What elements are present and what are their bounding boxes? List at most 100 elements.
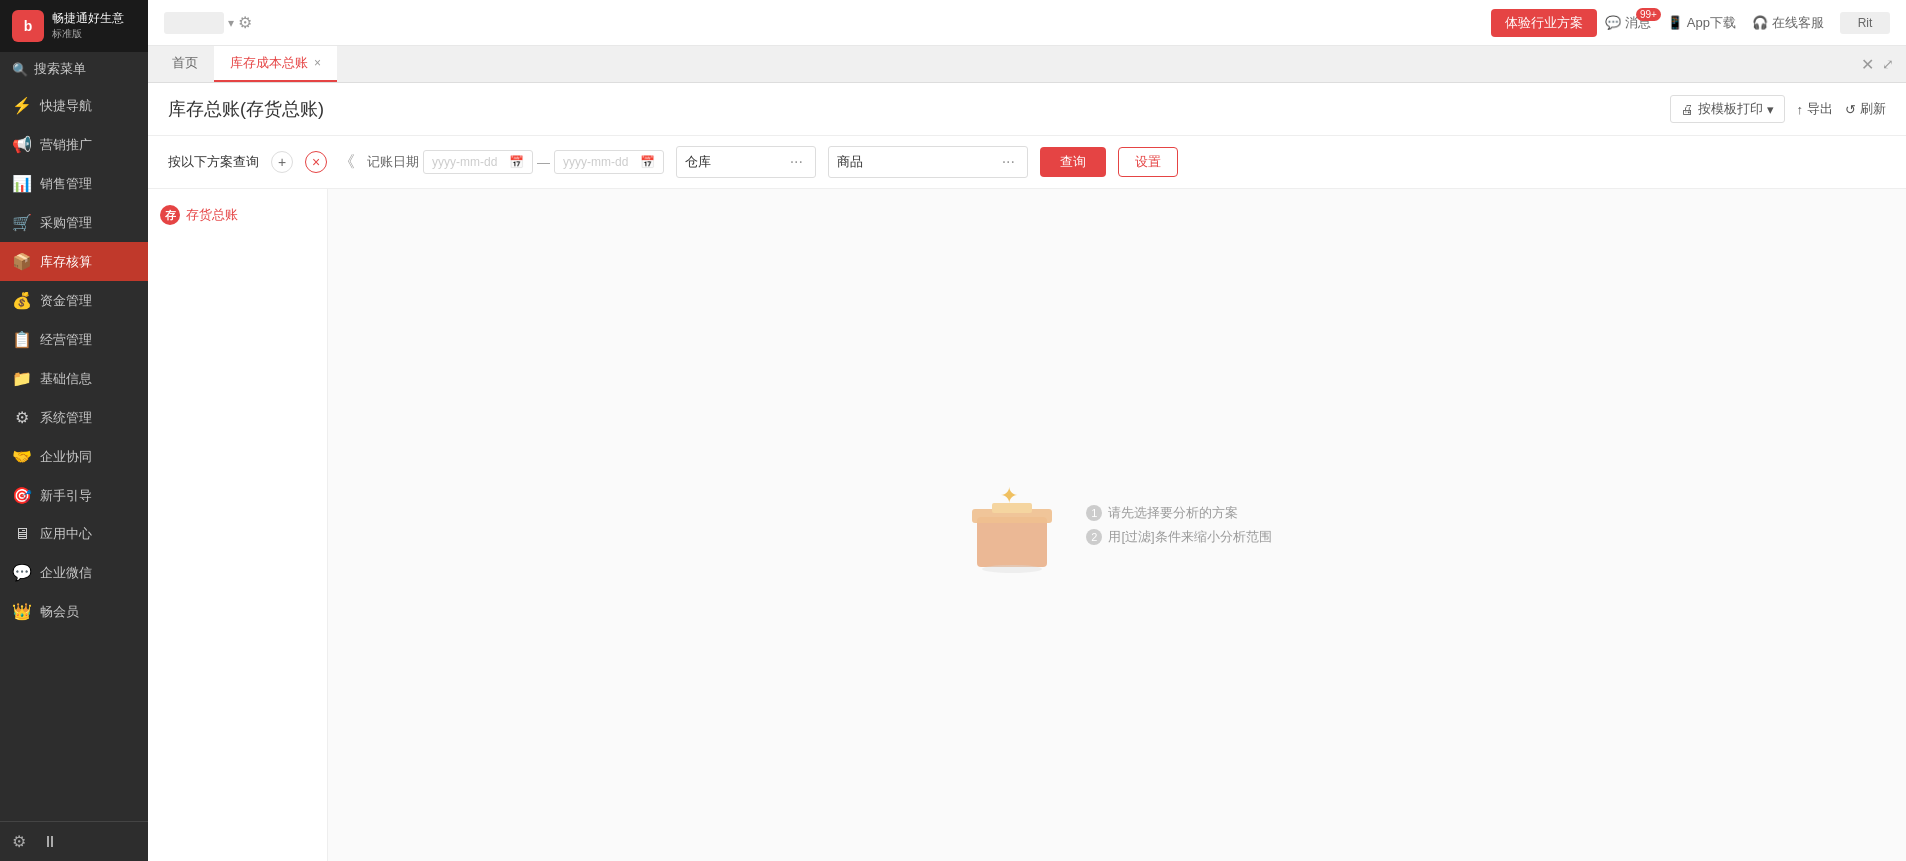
filter-add-button[interactable]: + bbox=[271, 151, 293, 173]
tab-home[interactable]: 首页 bbox=[156, 46, 214, 82]
sidebar-item-label: 营销推广 bbox=[40, 136, 92, 154]
sidebar-item-appstore[interactable]: 🖥 应用中心 bbox=[0, 515, 148, 553]
query-button[interactable]: 查询 bbox=[1040, 147, 1106, 177]
calendar-end-icon: 📅 bbox=[640, 155, 655, 169]
sidebar-item-newbie[interactable]: 🎯 新手引导 bbox=[0, 476, 148, 515]
sidebar-item-label: 系统管理 bbox=[40, 409, 92, 427]
tip2-text: 用[过滤]条件来缩小分析范围 bbox=[1108, 528, 1271, 546]
quick-nav-icon: ⚡ bbox=[12, 96, 32, 115]
page-header: 库存总账(存货总账) 🖨 按模板打印 ▾ ↑ 导出 ↺ 刷新 bbox=[148, 83, 1906, 136]
sidebar-item-label: 企业协同 bbox=[40, 448, 92, 466]
scheme-item-label: 存货总账 bbox=[186, 206, 238, 224]
sidebar-item-operation[interactable]: 📋 经营管理 bbox=[0, 320, 148, 359]
sidebar-item-marketing[interactable]: 📢 营销推广 bbox=[0, 125, 148, 164]
print-button[interactable]: 🖨 按模板打印 ▾ bbox=[1670, 95, 1785, 123]
tab-home-label: 首页 bbox=[172, 55, 198, 70]
sidebar-item-enterprise[interactable]: 🤝 企业协同 bbox=[0, 437, 148, 476]
goods-input[interactable]: 商品 ··· bbox=[828, 146, 1028, 178]
tab-bar: 首页 库存成本总账 × ✕ ⤢ bbox=[148, 46, 1906, 83]
filter-remove-button[interactable]: × bbox=[305, 151, 327, 173]
goods-more-icon[interactable]: ··· bbox=[998, 151, 1019, 173]
app-download-icon: 📱 bbox=[1667, 15, 1683, 30]
user-avatar-topbar bbox=[164, 12, 224, 34]
sidebar-item-member[interactable]: 👑 畅会员 bbox=[0, 592, 148, 631]
enterprise-icon: 🤝 bbox=[12, 447, 32, 466]
sidebar-nav: ⚡ 快捷导航 📢 营销推广 📊 销售管理 🛒 采购管理 📦 库存核算 💰 资金管… bbox=[0, 86, 148, 821]
export-button[interactable]: ↑ 导出 bbox=[1797, 100, 1834, 118]
sidebar-item-label: 企业微信 bbox=[40, 564, 92, 582]
settings-footer-icon[interactable]: ⚙ bbox=[12, 832, 26, 851]
date-separator: — bbox=[537, 155, 550, 170]
sidebar-footer: ⚙ ⏸ bbox=[0, 821, 148, 861]
member-icon: 👑 bbox=[12, 602, 32, 621]
app-name: 畅捷通好生意 bbox=[52, 11, 124, 27]
tab-inventory-ledger[interactable]: 库存成本总账 × bbox=[214, 46, 337, 82]
svg-text:✦: ✦ bbox=[1000, 483, 1018, 508]
logo-icon: b bbox=[12, 10, 44, 42]
sidebar-item-inventory[interactable]: 📦 库存核算 bbox=[0, 242, 148, 281]
filter-bar: 按以下方案查询 + × 《 记账日期 yyyy-mm-dd 📅 — yyyy-m… bbox=[148, 136, 1906, 189]
calendar-icon: 📅 bbox=[509, 155, 524, 169]
sidebar-item-system[interactable]: ⚙ 系统管理 bbox=[0, 398, 148, 437]
operation-icon: 📋 bbox=[12, 330, 32, 349]
message-badge: 99+ bbox=[1636, 8, 1661, 21]
export-icon: ↑ bbox=[1797, 102, 1804, 117]
date-label: 记账日期 bbox=[367, 153, 419, 171]
settings-button[interactable]: 设置 bbox=[1118, 147, 1178, 177]
finance-icon: 💰 bbox=[12, 291, 32, 310]
user-avatar-right[interactable]: Rit bbox=[1840, 12, 1890, 34]
newbie-icon: 🎯 bbox=[12, 486, 32, 505]
tip2-number: 2 bbox=[1086, 529, 1102, 545]
sales-icon: 📊 bbox=[12, 174, 32, 193]
tab-close-icon[interactable]: × bbox=[314, 56, 321, 70]
filter-collapse-icon[interactable]: 《 bbox=[339, 152, 355, 173]
sidebar-item-label: 快捷导航 bbox=[40, 97, 92, 115]
warehouse-input[interactable]: 仓库 ··· bbox=[676, 146, 816, 178]
app-download-label: App下载 bbox=[1687, 14, 1736, 32]
sidebar: b 畅捷通好生意 标准版 🔍 搜索菜单 ⚡ 快捷导航 📢 营销推广 📊 销售管理… bbox=[0, 0, 148, 861]
online-service-button[interactable]: 🎧 在线客服 bbox=[1752, 14, 1824, 32]
scheme-sidebar: 存 存货总账 bbox=[148, 189, 328, 861]
content-area: 存 存货总账 ✦ bbox=[148, 189, 1906, 861]
topbar-breadcrumb: ▾ ⚙ bbox=[164, 12, 1483, 34]
inventory-icon: 📦 bbox=[12, 252, 32, 271]
warehouse-more-icon[interactable]: ··· bbox=[786, 151, 807, 173]
date-start-input[interactable]: yyyy-mm-dd 📅 bbox=[423, 150, 533, 174]
sidebar-item-wechat[interactable]: 💬 企业微信 bbox=[0, 553, 148, 592]
settings-gear-icon[interactable]: ⚙ bbox=[238, 13, 252, 32]
empty-tips: 1 请先选择要分析的方案 2 用[过滤]条件来缩小分析范围 bbox=[1086, 498, 1271, 552]
sidebar-item-label: 销售管理 bbox=[40, 175, 92, 193]
app-download-button[interactable]: 📱 App下载 bbox=[1667, 14, 1736, 32]
sidebar-item-sales[interactable]: 📊 销售管理 bbox=[0, 164, 148, 203]
tip1-number: 1 bbox=[1086, 505, 1102, 521]
warehouse-label: 仓库 bbox=[685, 153, 711, 171]
message-icon: 💬 bbox=[1605, 15, 1621, 30]
sidebar-item-finance[interactable]: 💰 资金管理 bbox=[0, 281, 148, 320]
page-title: 库存总账(存货总账) bbox=[168, 97, 324, 121]
message-button[interactable]: 💬 消息 99+ bbox=[1605, 14, 1651, 32]
service-icon: 🎧 bbox=[1752, 15, 1768, 30]
chevron-down-icon: ▾ bbox=[228, 16, 234, 30]
resize-icon[interactable]: ⤢ bbox=[1878, 52, 1898, 76]
sidebar-item-basic[interactable]: 📁 基础信息 bbox=[0, 359, 148, 398]
page-actions: 🖨 按模板打印 ▾ ↑ 导出 ↺ 刷新 bbox=[1670, 95, 1887, 123]
date-end-input[interactable]: yyyy-mm-dd 📅 bbox=[554, 150, 664, 174]
print-icon: 🖨 bbox=[1681, 102, 1694, 117]
audio-footer-icon[interactable]: ⏸ bbox=[42, 833, 58, 851]
sidebar-search[interactable]: 🔍 搜索菜单 bbox=[0, 52, 148, 86]
sidebar-item-purchase[interactable]: 🛒 采购管理 bbox=[0, 203, 148, 242]
trial-button[interactable]: 体验行业方案 bbox=[1491, 9, 1597, 37]
refresh-button[interactable]: ↺ 刷新 bbox=[1845, 100, 1886, 118]
topbar-right: 💬 消息 99+ 📱 App下载 🎧 在线客服 Rit bbox=[1605, 12, 1890, 34]
sidebar-item-quick-nav[interactable]: ⚡ 快捷导航 bbox=[0, 86, 148, 125]
sidebar-search-label: 搜索菜单 bbox=[34, 60, 86, 78]
sidebar-item-label: 资金管理 bbox=[40, 292, 92, 310]
scheme-item-inventory[interactable]: 存 存货总账 bbox=[148, 197, 327, 233]
filter-label: 按以下方案查询 bbox=[168, 153, 259, 171]
appstore-icon: 🖥 bbox=[12, 525, 32, 543]
sidebar-item-label: 应用中心 bbox=[40, 525, 92, 543]
app-version: 标准版 bbox=[52, 27, 124, 41]
close-all-tabs-button[interactable]: ✕ bbox=[1857, 51, 1878, 78]
marketing-icon: 📢 bbox=[12, 135, 32, 154]
basic-icon: 📁 bbox=[12, 369, 32, 388]
